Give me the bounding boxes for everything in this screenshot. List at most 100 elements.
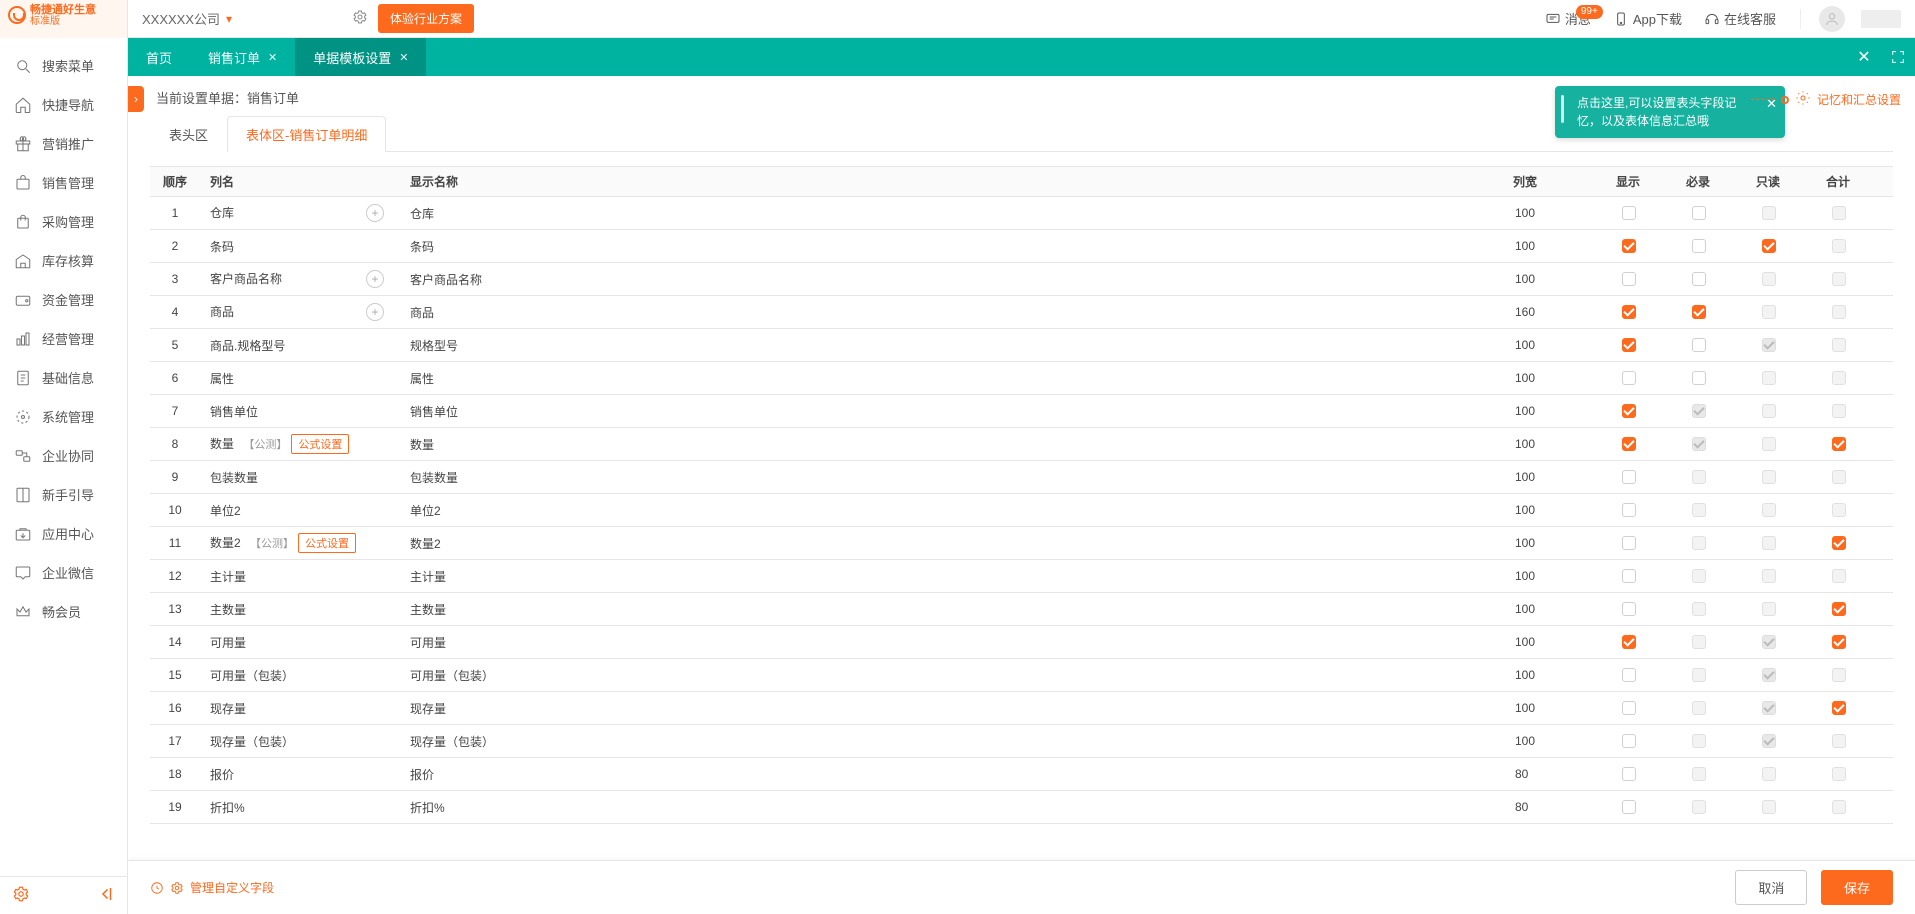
chk-show[interactable] [1622,503,1636,517]
row-display-name[interactable]: 条码 [410,240,434,254]
tab-2[interactable]: 单据模板设置✕ [295,38,426,76]
chk-show[interactable] [1622,635,1636,649]
row-display-name[interactable]: 仓库 [410,207,434,221]
chk-show[interactable] [1622,668,1636,682]
save-button[interactable]: 保存 [1821,870,1893,905]
chk-sum[interactable] [1832,536,1846,550]
row-width-input[interactable] [1513,205,1573,221]
chk-sum[interactable] [1832,437,1846,451]
sidebar-item-5[interactable]: 库存核算 [0,241,127,280]
row-width-input[interactable] [1513,601,1573,617]
chk-show[interactable] [1622,239,1636,253]
row-width-input[interactable] [1513,337,1573,353]
row-width-input[interactable] [1513,370,1573,386]
row-display-name[interactable]: 销售单位 [410,405,458,419]
trial-plan-button[interactable]: 体验行业方案 [378,4,474,33]
context-expand-handle[interactable]: › [128,86,144,112]
row-width-input[interactable] [1513,766,1573,782]
company-settings-icon[interactable] [352,9,368,28]
row-display-name[interactable]: 可用量（包装） [410,669,494,683]
tab-1[interactable]: 销售订单✕ [190,38,295,76]
row-width-input[interactable] [1513,733,1573,749]
sidebar-item-14[interactable]: 畅会员 [0,592,127,631]
chk-show[interactable] [1622,338,1636,352]
subtab-0[interactable]: 表头区 [150,116,227,152]
row-width-input[interactable] [1513,634,1573,650]
chk-show[interactable] [1622,569,1636,583]
chk-show[interactable] [1622,272,1636,286]
user-avatar[interactable] [1819,6,1845,32]
sidebar-item-6[interactable]: 资金管理 [0,280,127,319]
row-display-name[interactable]: 商品 [410,306,434,320]
cancel-button[interactable]: 取消 [1735,870,1807,905]
sidebar-item-4[interactable]: 采购管理 [0,202,127,241]
company-selector[interactable]: XXXXXX公司 ▾ [142,9,342,28]
chk-show[interactable] [1622,602,1636,616]
row-display-name[interactable]: 包装数量 [410,471,458,485]
collapse-sidebar-icon[interactable] [97,885,115,906]
row-width-input[interactable] [1513,271,1573,287]
close-all-tabs-button[interactable]: ✕ [1847,47,1881,67]
chk-required[interactable] [1692,272,1706,286]
row-width-input[interactable] [1513,403,1573,419]
user-name-placeholder[interactable] [1861,10,1901,28]
chk-required[interactable] [1692,239,1706,253]
row-width-input[interactable] [1513,799,1573,815]
row-display-name[interactable]: 报价 [410,768,434,782]
row-display-name[interactable]: 规格型号 [410,339,458,353]
sidebar-item-9[interactable]: 系统管理 [0,397,127,436]
add-column-icon[interactable]: + [366,303,384,321]
settings-gear-icon[interactable] [12,885,30,906]
chk-show[interactable] [1622,305,1636,319]
tab-close-icon[interactable]: ✕ [268,51,277,64]
sidebar-item-13[interactable]: 企业微信 [0,553,127,592]
row-display-name[interactable]: 客户商品名称 [410,273,482,287]
row-width-input[interactable] [1513,436,1573,452]
row-display-name[interactable]: 可用量 [410,636,446,650]
row-width-input[interactable] [1513,304,1573,320]
chk-required[interactable] [1692,305,1706,319]
row-width-input[interactable] [1513,238,1573,254]
chk-sum[interactable] [1832,701,1846,715]
row-display-name[interactable]: 折扣% [410,801,445,815]
formula-settings-link[interactable]: 公式设置 [291,434,349,454]
row-display-name[interactable]: 数量 [410,438,434,452]
sidebar-item-12[interactable]: 应用中心 [0,514,127,553]
row-display-name[interactable]: 属性 [410,372,434,386]
row-width-input[interactable] [1513,568,1573,584]
chk-show[interactable] [1622,404,1636,418]
sidebar-item-11[interactable]: 新手引导 [0,475,127,514]
row-display-name[interactable]: 单位2 [410,504,441,518]
add-column-icon[interactable]: + [366,204,384,222]
chk-show[interactable] [1622,800,1636,814]
row-width-input[interactable] [1513,667,1573,683]
online-service-button[interactable]: 在线客服 [1698,9,1782,28]
row-display-name[interactable]: 现存量（包装） [410,735,494,749]
row-width-input[interactable] [1513,700,1573,716]
chk-show[interactable] [1622,701,1636,715]
sidebar-item-2[interactable]: 营销推广 [0,124,127,163]
messages-button[interactable]: 消息 99+ [1539,9,1597,28]
chk-show[interactable] [1622,206,1636,220]
app-download-button[interactable]: App下载 [1607,9,1688,28]
row-display-name[interactable]: 主数量 [410,603,446,617]
row-display-name[interactable]: 主计量 [410,570,446,584]
sidebar-item-10[interactable]: 企业协同 [0,436,127,475]
chk-sum[interactable] [1832,602,1846,616]
row-width-input[interactable] [1513,535,1573,551]
row-width-input[interactable] [1513,469,1573,485]
manage-custom-fields-link[interactable]: 管理自定义字段 [150,879,274,896]
sidebar-item-7[interactable]: 经营管理 [0,319,127,358]
chk-show[interactable] [1622,734,1636,748]
add-column-icon[interactable]: + [366,270,384,288]
chk-show[interactable] [1622,536,1636,550]
chk-required[interactable] [1692,338,1706,352]
formula-settings-link[interactable]: 公式设置 [298,533,356,553]
chk-required[interactable] [1692,371,1706,385]
sidebar-item-8[interactable]: 基础信息 [0,358,127,397]
row-width-input[interactable] [1513,502,1573,518]
tab-0[interactable]: 首页 [128,38,190,76]
chk-show[interactable] [1622,470,1636,484]
row-display-name[interactable]: 现存量 [410,702,446,716]
sidebar-item-1[interactable]: 快捷导航 [0,85,127,124]
